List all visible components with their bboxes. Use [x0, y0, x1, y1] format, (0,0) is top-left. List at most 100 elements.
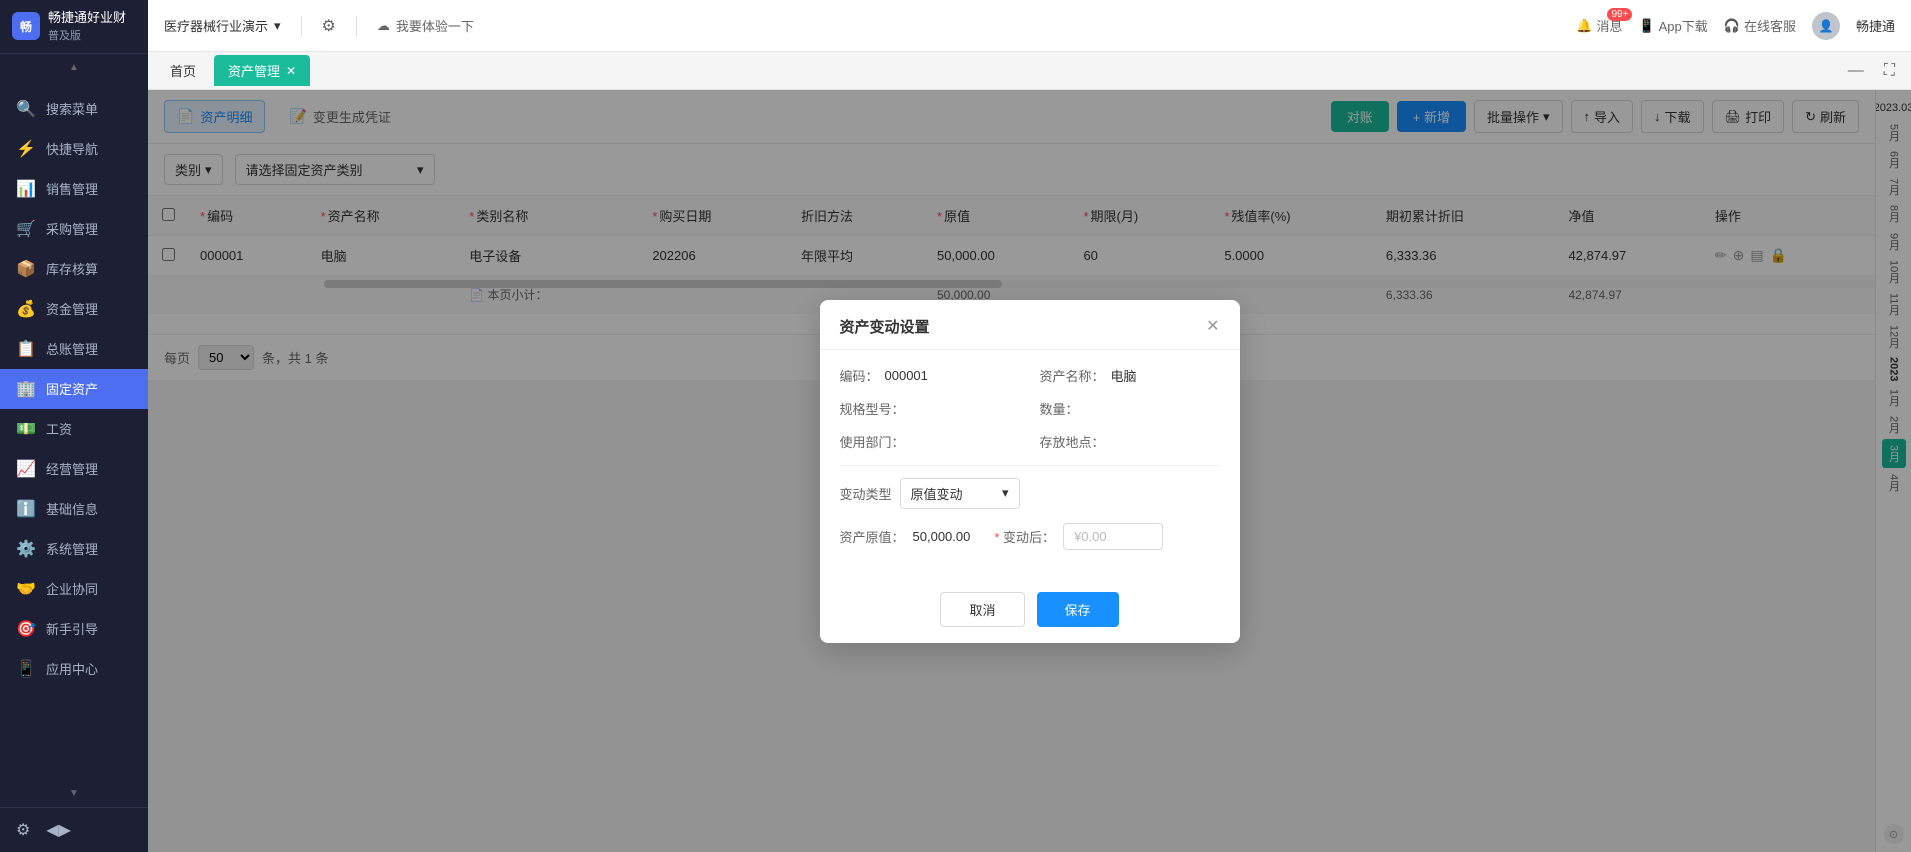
sidebar-item-enterprise[interactable]: 🤝 企业协同 [0, 569, 148, 609]
sidebar-item-purchase-label: 采购管理 [46, 219, 98, 238]
download-icon: 📱 [1638, 18, 1654, 34]
experience-link[interactable]: ☁ 我要体验一下 [377, 16, 474, 35]
change-type-dropdown-icon: ▾ [1002, 485, 1009, 501]
modal-footer: 取消 保存 [820, 580, 1240, 643]
content-area: 📄 资产明细 📝 变更生成凭证 对账 + 新增 批量操作 ▾ ↑ [148, 90, 1911, 852]
after-value-label: 变动后： [1003, 530, 1055, 545]
bell-icon: 🔔 [1576, 18, 1592, 34]
tabbar: 首页 资产管理 ✕ — ⛶ [148, 52, 1911, 90]
sidebar-scroll-down[interactable]: ▼ [65, 784, 83, 803]
modal-field-code: 编码： 000001 [840, 366, 1020, 385]
app-download-label: App下载 [1659, 16, 1708, 35]
sidebar-item-payroll-label: 工资 [46, 419, 72, 438]
modal-field-department: 使用部门： [840, 432, 1020, 451]
name-value: 电脑 [1111, 366, 1137, 385]
sidebar-item-inventory[interactable]: 📦 库存核算 [0, 249, 148, 289]
topbar-divider-2 [356, 16, 357, 36]
sidebar-item-basic-info[interactable]: ℹ️ 基础信息 [0, 489, 148, 529]
sidebar-item-sales[interactable]: 📊 销售管理 [0, 169, 148, 209]
finance-icon: 💰 [16, 299, 36, 319]
username[interactable]: 畅捷通 [1856, 16, 1895, 35]
app-center-icon: 📱 [16, 659, 36, 679]
modal-body: 编码： 000001 资产名称： 电脑 规格型号： [820, 350, 1240, 580]
sidebar-item-payroll[interactable]: 💵 工资 [0, 409, 148, 449]
tabbar-maximize-button[interactable]: ⛶ [1876, 58, 1903, 84]
sidebar-item-general-ledger-label: 总账管理 [46, 339, 98, 358]
sidebar-item-general-ledger[interactable]: 📋 总账管理 [0, 329, 148, 369]
topbar-right: 🔔 消息 99+ 📱 App下载 🎧 在线客服 👤 畅捷通 [1576, 12, 1895, 40]
sidebar-item-finance[interactable]: 💰 资金管理 [0, 289, 148, 329]
sidebar-item-sales-label: 销售管理 [46, 179, 98, 198]
original-value-label: 资产原值： [840, 527, 905, 546]
purchase-icon: 🛒 [16, 219, 36, 239]
operations-icon: 📈 [16, 459, 36, 479]
collapse-button[interactable]: ◀▶ [46, 820, 71, 840]
company-dropdown-icon: ▾ [274, 18, 281, 34]
sidebar-item-app-center[interactable]: 📱 应用中心 [0, 649, 148, 689]
app-name: 畅捷通好业财 [48, 10, 126, 27]
topbar-divider-1 [301, 16, 302, 36]
asset-change-modal: 资产变动设置 ✕ 编码： 000001 资产名称： 电脑 [820, 300, 1240, 643]
modal-row-2: 规格型号： 数量： [840, 399, 1220, 418]
modal-field-name: 资产名称： 电脑 [1040, 366, 1220, 385]
modal-overlay: 资产变动设置 ✕ 编码： 000001 资产名称： 电脑 [148, 90, 1911, 852]
tab-asset-mgmt[interactable]: 资产管理 ✕ [214, 55, 310, 86]
tabbar-minimize-button[interactable]: — [1840, 58, 1872, 84]
sidebar-item-search[interactable]: 🔍 搜索菜单 [0, 89, 148, 129]
settings-icon[interactable]: ⚙ [322, 16, 336, 36]
notification-badge: 99+ [1607, 8, 1632, 21]
change-type-row: 变动类型 原值变动 ▾ [840, 478, 1220, 509]
company-selector[interactable]: 医疗器械行业演示 ▾ [164, 16, 281, 35]
sidebar-item-system[interactable]: ⚙️ 系统管理 [0, 529, 148, 569]
sidebar-item-system-label: 系统管理 [46, 539, 98, 558]
value-row: 资产原值： 50,000.00 * 变动后： [840, 523, 1220, 550]
cloud-icon: ☁ [377, 18, 390, 34]
settings-button[interactable]: ⚙ [16, 820, 30, 840]
sidebar-scroll-up[interactable]: ▲ [65, 58, 83, 77]
topbar: 医疗器械行业演示 ▾ ⚙ ☁ 我要体验一下 🔔 消息 99+ 📱 App下载 🎧… [148, 0, 1911, 52]
notification-button[interactable]: 🔔 消息 99+ [1576, 16, 1622, 35]
change-type-label: 变动类型 [840, 484, 892, 503]
tab-home-label: 首页 [170, 64, 196, 79]
sidebar-item-enterprise-label: 企业协同 [46, 579, 98, 598]
sidebar-item-quick-nav[interactable]: ⚡ 快捷导航 [0, 129, 148, 169]
system-icon: ⚙️ [16, 539, 36, 559]
modal-field-quantity: 数量： [1040, 399, 1220, 418]
tab-home[interactable]: 首页 [156, 55, 210, 86]
quick-nav-icon: ⚡ [16, 139, 36, 159]
sidebar-item-fixed-assets[interactable]: 🏢 固定资产 [0, 369, 148, 409]
sidebar-item-app-center-label: 应用中心 [46, 659, 98, 678]
guide-icon: 🎯 [16, 619, 36, 639]
modal-close-button[interactable]: ✕ [1206, 316, 1219, 336]
sidebar-item-operations[interactable]: 📈 经营管理 [0, 449, 148, 489]
support-button[interactable]: 🎧 在线客服 [1724, 16, 1796, 35]
company-name: 医疗器械行业演示 [164, 16, 268, 35]
sales-icon: 📊 [16, 179, 36, 199]
spec-label: 规格型号： [840, 399, 905, 418]
inventory-icon: 📦 [16, 259, 36, 279]
change-type-select[interactable]: 原值变动 ▾ [900, 478, 1020, 509]
basic-info-icon: ℹ️ [16, 499, 36, 519]
modal-row-1: 编码： 000001 资产名称： 电脑 [840, 366, 1220, 385]
sidebar-item-basic-info-label: 基础信息 [46, 499, 98, 518]
headset-icon: 🎧 [1724, 18, 1740, 34]
name-label: 资产名称： [1040, 366, 1105, 385]
sidebar: 畅 畅捷通好业财 普及版 ▲ 🔍 搜索菜单 ⚡ 快捷导航 📊 销售管理 🛒 采购… [0, 0, 148, 852]
sidebar-item-guide[interactable]: 🎯 新手引导 [0, 609, 148, 649]
cancel-button[interactable]: 取消 [940, 592, 1024, 627]
sidebar-item-purchase[interactable]: 🛒 采购管理 [0, 209, 148, 249]
code-label: 编码： [840, 366, 879, 385]
code-value: 000001 [885, 368, 928, 383]
support-label: 在线客服 [1744, 16, 1796, 35]
after-value-input[interactable] [1063, 523, 1163, 550]
app-version: 普及版 [48, 27, 126, 43]
department-label: 使用部门： [840, 432, 905, 451]
tab-close-icon[interactable]: ✕ [286, 64, 296, 78]
modal-row-3: 使用部门： 存放地点： [840, 432, 1220, 451]
app-download-button[interactable]: 📱 App下载 [1638, 16, 1707, 35]
after-value-required: * 变动后： [994, 527, 1055, 546]
save-button[interactable]: 保存 [1037, 592, 1119, 627]
fixed-assets-icon: 🏢 [16, 379, 36, 399]
sidebar-nav: 🔍 搜索菜单 ⚡ 快捷导航 📊 销售管理 🛒 采购管理 📦 库存核算 💰 资金管… [0, 81, 148, 780]
modal-header: 资产变动设置 ✕ [820, 300, 1240, 350]
